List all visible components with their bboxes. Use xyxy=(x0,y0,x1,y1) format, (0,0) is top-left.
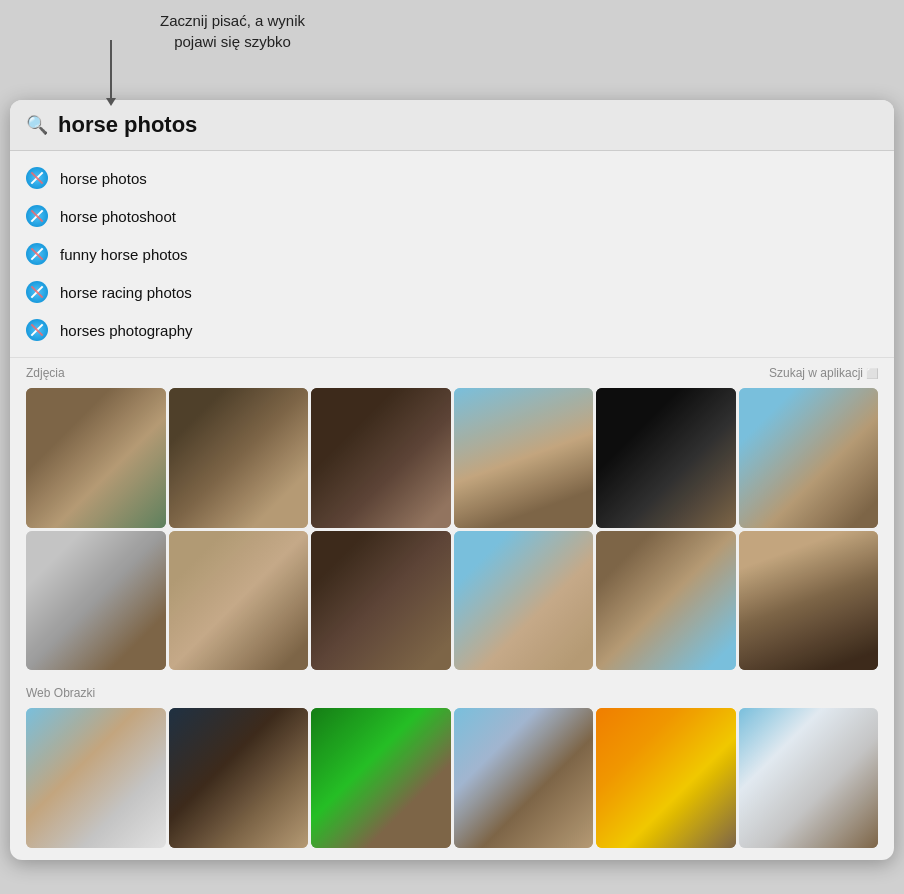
photo-thumb-4[interactable] xyxy=(454,388,594,528)
photo-thumb-7[interactable] xyxy=(26,531,166,671)
suggestion-text-4: horse racing photos xyxy=(60,284,192,301)
photo-thumb-8[interactable] xyxy=(169,531,309,671)
search-panel: 🔍 horse photos horse photos horse photos… xyxy=(10,100,894,860)
safari-icon-5 xyxy=(26,319,48,341)
search-icon: 🔍 xyxy=(26,114,48,136)
tooltip-line2: pojawi się szybko xyxy=(160,31,305,52)
suggestion-item-5[interactable]: horses photography xyxy=(10,311,894,349)
suggestion-text-3: funny horse photos xyxy=(60,246,188,263)
web-photo-thumb-3[interactable] xyxy=(311,708,451,848)
external-link-icon: ⬜ xyxy=(866,368,878,379)
tooltip-arrow xyxy=(110,40,112,100)
photo-thumb-12[interactable] xyxy=(739,531,879,671)
photo-thumb-11[interactable] xyxy=(596,531,736,671)
photo-thumb-2[interactable] xyxy=(169,388,309,528)
suggestion-text-5: horses photography xyxy=(60,322,193,339)
photo-thumb-9[interactable] xyxy=(311,531,451,671)
web-photos-grid xyxy=(10,704,894,860)
photo-thumb-5[interactable] xyxy=(596,388,736,528)
suggestion-item-4[interactable]: horse racing photos xyxy=(10,273,894,311)
suggestion-item-1[interactable]: horse photos xyxy=(10,159,894,197)
web-photo-thumb-1[interactable] xyxy=(26,708,166,848)
photo-thumb-6[interactable] xyxy=(739,388,879,528)
web-photo-thumb-2[interactable] xyxy=(169,708,309,848)
web-images-section-label: Web Obrazki xyxy=(26,686,95,700)
search-input[interactable]: horse photos xyxy=(58,112,878,138)
web-photo-thumb-6[interactable] xyxy=(739,708,879,848)
search-bar: 🔍 horse photos xyxy=(10,100,894,151)
photos-section-header: Zdjęcia Szukaj w aplikacji ⬜ xyxy=(10,358,894,384)
photos-section-action[interactable]: Szukaj w aplikacji ⬜ xyxy=(769,366,878,380)
suggestion-item-2[interactable]: horse photoshoot xyxy=(10,197,894,235)
photos-grid xyxy=(10,384,894,678)
tooltip-line1: Zacznij pisać, a wynik xyxy=(160,10,305,31)
photo-thumb-10[interactable] xyxy=(454,531,594,671)
suggestions-list: horse photos horse photoshoot funny hors… xyxy=(10,151,894,358)
safari-icon-1 xyxy=(26,167,48,189)
suggestion-text-1: horse photos xyxy=(60,170,147,187)
suggestion-item-3[interactable]: funny horse photos xyxy=(10,235,894,273)
web-photo-thumb-5[interactable] xyxy=(596,708,736,848)
section-action-text: Szukaj w aplikacji xyxy=(769,366,863,380)
photo-thumb-1[interactable] xyxy=(26,388,166,528)
safari-icon-4 xyxy=(26,281,48,303)
tooltip: Zacznij pisać, a wynik pojawi się szybko xyxy=(160,10,305,52)
suggestion-text-2: horse photoshoot xyxy=(60,208,176,225)
safari-icon-2 xyxy=(26,205,48,227)
web-images-section-header: Web Obrazki xyxy=(10,678,894,704)
photo-thumb-3[interactable] xyxy=(311,388,451,528)
safari-icon-3 xyxy=(26,243,48,265)
web-photo-thumb-4[interactable] xyxy=(454,708,594,848)
photos-section-label: Zdjęcia xyxy=(26,366,65,380)
